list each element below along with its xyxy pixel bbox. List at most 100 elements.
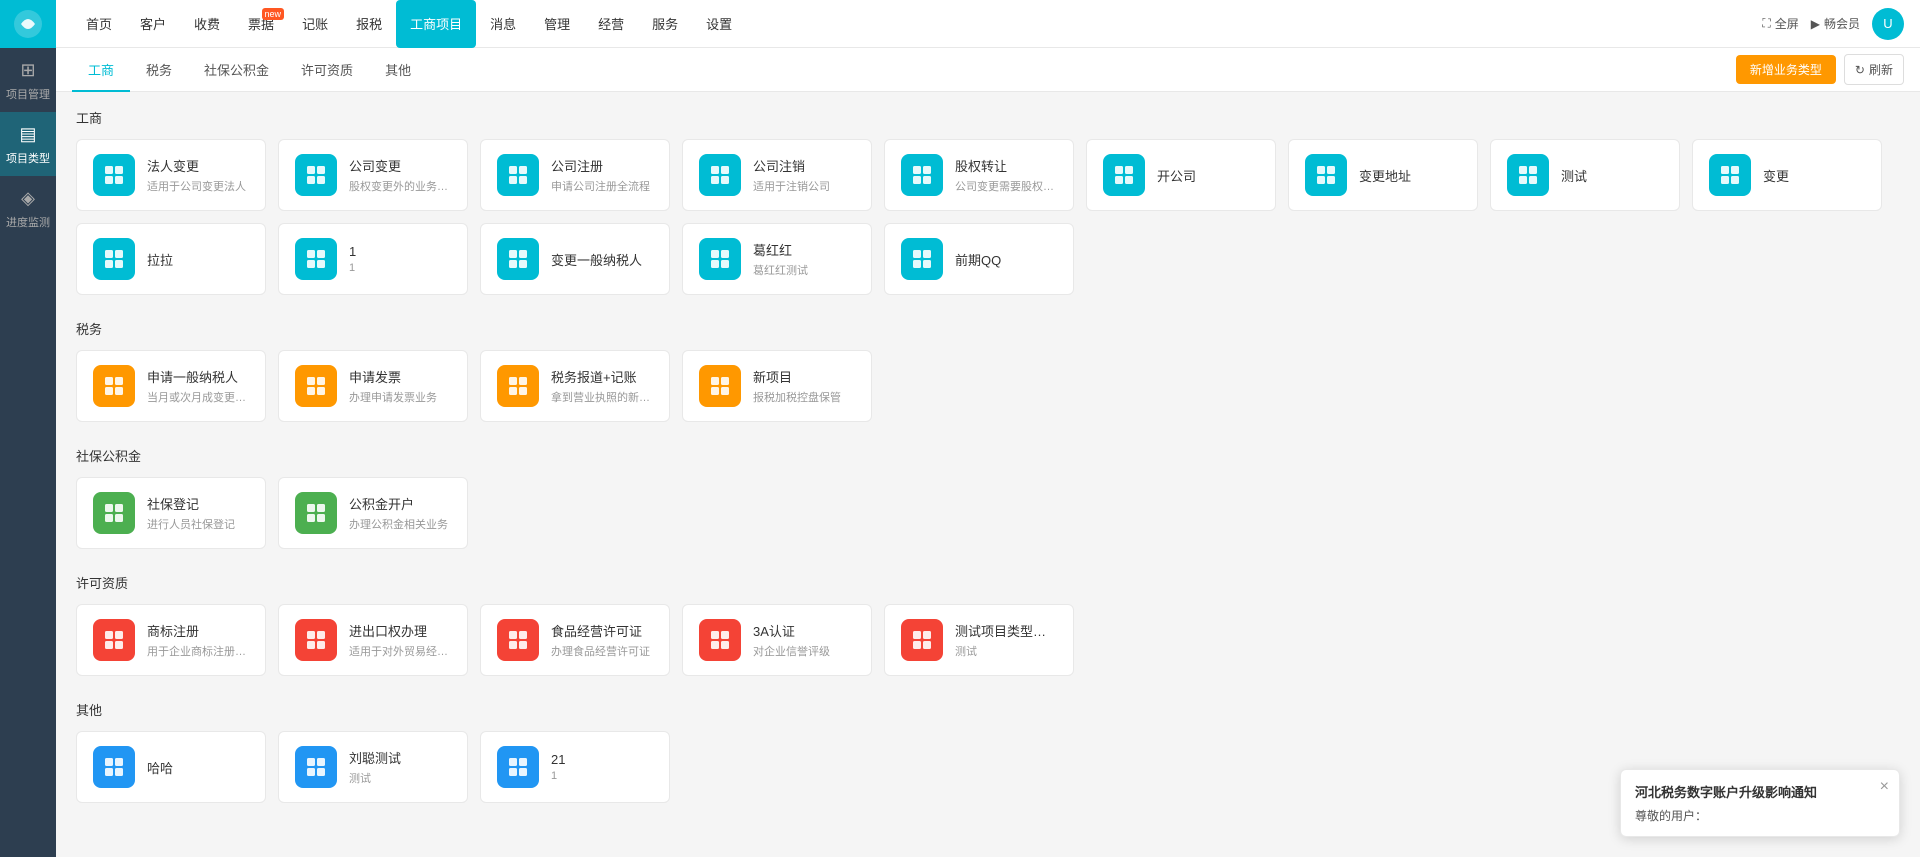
card-icon-3-3 bbox=[699, 619, 741, 661]
nav-message[interactable]: 消息 bbox=[476, 0, 530, 48]
card-info-1-2: 税务报道+记账拿到营业执照的新公司 bbox=[551, 367, 653, 405]
card-1-0[interactable]: 申请一般纳税人当月或次月成变更完成 bbox=[76, 350, 266, 422]
card-4-1[interactable]: 刘聪测试测试 bbox=[278, 731, 468, 803]
cards-grid-2: 社保登记进行人员社保登记 公积金开户办理公积金相关业务 bbox=[76, 477, 1900, 549]
card-name-0-13: 前期QQ bbox=[955, 250, 1057, 269]
section-title-0: 工商 bbox=[76, 108, 1900, 127]
card-0-7[interactable]: 测试 bbox=[1490, 139, 1680, 211]
card-2-1[interactable]: 公积金开户办理公积金相关业务 bbox=[278, 477, 468, 549]
card-name-0-9: 拉拉 bbox=[147, 250, 249, 269]
card-desc-4-1: 测试 bbox=[349, 770, 451, 786]
card-info-3-4: 测试项目类型目定义测试 bbox=[955, 621, 1057, 659]
card-icon-3-0 bbox=[93, 619, 135, 661]
card-0-12[interactable]: 葛红红葛红红测试 bbox=[682, 223, 872, 295]
card-desc-1-2: 拿到营业执照的新公司 bbox=[551, 389, 653, 405]
card-name-0-3: 公司注销 bbox=[753, 156, 855, 175]
card-2-0[interactable]: 社保登记进行人员社保登记 bbox=[76, 477, 266, 549]
card-0-4[interactable]: 股权转让公司变更需要股权转让 bbox=[884, 139, 1074, 211]
card-info-3-0: 商标注册用于企业商标注册服务 bbox=[147, 621, 249, 659]
card-0-2[interactable]: 公司注册申请公司注册全流程 bbox=[480, 139, 670, 211]
project-mgmt-icon: ⊞ bbox=[16, 58, 40, 82]
card-0-3[interactable]: 公司注销适用于注销公司 bbox=[682, 139, 872, 211]
card-info-0-6: 变更地址 bbox=[1359, 166, 1461, 185]
card-1-1[interactable]: 申请发票办理申请发票业务 bbox=[278, 350, 468, 422]
card-desc-3-3: 对企业信誉评级 bbox=[753, 643, 855, 659]
card-desc-0-0: 适用于公司变更法人 bbox=[147, 178, 249, 194]
card-3-0[interactable]: 商标注册用于企业商标注册服务 bbox=[76, 604, 266, 676]
card-icon-4-0 bbox=[93, 746, 135, 788]
card-0-11[interactable]: 变更一般纳税人 bbox=[480, 223, 670, 295]
tab-social-security[interactable]: 社保公积金 bbox=[188, 48, 285, 92]
card-info-4-0: 哈哈 bbox=[147, 758, 249, 777]
card-0-6[interactable]: 变更地址 bbox=[1288, 139, 1478, 211]
add-type-button[interactable]: 新增业务类型 bbox=[1736, 55, 1836, 84]
nav-operate[interactable]: 经营 bbox=[584, 0, 638, 48]
card-desc-3-0: 用于企业商标注册服务 bbox=[147, 643, 249, 659]
nav-manage[interactable]: 管理 bbox=[530, 0, 584, 48]
nav-settings[interactable]: 设置 bbox=[692, 0, 746, 48]
card-info-1-3: 新项目报税加税控盘保管 bbox=[753, 367, 855, 405]
tab-other[interactable]: 其他 bbox=[369, 48, 427, 92]
nav-customer[interactable]: 客户 bbox=[126, 0, 180, 48]
main-content: 工商 税务 社保公积金 许可资质 其他 新增业务类型 ↻ 刷新 工商 法人变更适… bbox=[56, 0, 1920, 857]
nav-accounting[interactable]: 记账 bbox=[288, 0, 342, 48]
card-desc-2-0: 进行人员社保登记 bbox=[147, 516, 249, 532]
notification-body: 尊敬的用户： bbox=[1635, 807, 1885, 824]
nav-tax[interactable]: 报税 bbox=[342, 0, 396, 48]
top-nav: 首页 客户 收费 票据 new 记账 报税 工商项目 消息 管理 经营 服务 设… bbox=[56, 0, 1920, 48]
cards-grid-1: 申请一般纳税人当月或次月成变更完成 申请发票办理申请发票业务 税务报道+记账拿到… bbox=[76, 350, 1900, 422]
card-desc-3-4: 测试 bbox=[955, 643, 1057, 659]
card-icon-0-2 bbox=[497, 154, 539, 196]
card-3-4[interactable]: 测试项目类型目定义测试 bbox=[884, 604, 1074, 676]
card-3-2[interactable]: 食品经营许可证办理食品经营许可证 bbox=[480, 604, 670, 676]
refresh-button[interactable]: ↻ 刷新 bbox=[1844, 54, 1904, 85]
card-0-0[interactable]: 法人变更适用于公司变更法人 bbox=[76, 139, 266, 211]
card-0-13[interactable]: 前期QQ bbox=[884, 223, 1074, 295]
section-title-1: 税务 bbox=[76, 319, 1900, 338]
tab-business[interactable]: 工商 bbox=[72, 48, 130, 92]
card-info-0-13: 前期QQ bbox=[955, 250, 1057, 269]
card-0-9[interactable]: 拉拉 bbox=[76, 223, 266, 295]
tab-bar-actions: 新增业务类型 ↻ 刷新 bbox=[1736, 54, 1904, 85]
card-4-0[interactable]: 哈哈 bbox=[76, 731, 266, 803]
card-desc-4-2: 1 bbox=[551, 770, 653, 782]
card-0-1[interactable]: 公司变更股权变更外的业务变更 bbox=[278, 139, 468, 211]
sidebar: ⊞ 项目管理 ▤ 项目类型 ◈ 进度监测 bbox=[0, 0, 56, 857]
sidebar-item-project-mgmt[interactable]: ⊞ 项目管理 bbox=[0, 48, 56, 112]
nav-invoice[interactable]: 票据 new bbox=[234, 0, 288, 48]
fullscreen-action[interactable]: ⛶ 全屏 bbox=[1762, 15, 1798, 32]
card-0-10[interactable]: 11 bbox=[278, 223, 468, 295]
card-0-5[interactable]: 开公司 bbox=[1086, 139, 1276, 211]
card-name-3-1: 进出口权办理 bbox=[349, 621, 451, 640]
card-name-3-4: 测试项目类型目定义 bbox=[955, 621, 1057, 640]
card-0-8[interactable]: 变更 bbox=[1692, 139, 1882, 211]
card-icon-1-0 bbox=[93, 365, 135, 407]
tab-tax[interactable]: 税务 bbox=[130, 48, 188, 92]
card-name-3-3: 3A认证 bbox=[753, 621, 855, 640]
avatar[interactable]: U bbox=[1872, 8, 1904, 40]
nav-service[interactable]: 服务 bbox=[638, 0, 692, 48]
app-logo[interactable] bbox=[0, 0, 56, 48]
card-3-1[interactable]: 进出口权办理适用于对外贸易经营者 bbox=[278, 604, 468, 676]
notification-close-button[interactable]: × bbox=[1880, 778, 1889, 796]
card-1-2[interactable]: 税务报道+记账拿到营业执照的新公司 bbox=[480, 350, 670, 422]
card-info-0-9: 拉拉 bbox=[147, 250, 249, 269]
nav-home[interactable]: 首页 bbox=[72, 0, 126, 48]
card-1-3[interactable]: 新项目报税加税控盘保管 bbox=[682, 350, 872, 422]
sidebar-item-progress[interactable]: ◈ 进度监测 bbox=[0, 176, 56, 240]
vip-action[interactable]: ▶ 畅会员 bbox=[1811, 15, 1860, 32]
card-info-0-5: 开公司 bbox=[1157, 166, 1259, 185]
tab-bar: 工商 税务 社保公积金 许可资质 其他 新增业务类型 ↻ 刷新 bbox=[56, 48, 1920, 92]
card-icon-0-13 bbox=[901, 238, 943, 280]
nav-business[interactable]: 工商项目 bbox=[396, 0, 476, 48]
card-desc-0-10: 1 bbox=[349, 262, 451, 274]
card-4-2[interactable]: 211 bbox=[480, 731, 670, 803]
card-icon-4-2 bbox=[497, 746, 539, 788]
tab-license[interactable]: 许可资质 bbox=[285, 48, 369, 92]
section-title-2: 社保公积金 bbox=[76, 446, 1900, 465]
sidebar-item-project-type[interactable]: ▤ 项目类型 bbox=[0, 112, 56, 176]
nav-billing[interactable]: 收费 bbox=[180, 0, 234, 48]
sidebar-label-progress: 进度监测 bbox=[6, 214, 50, 230]
card-info-3-1: 进出口权办理适用于对外贸易经营者 bbox=[349, 621, 451, 659]
card-3-3[interactable]: 3A认证对企业信誉评级 bbox=[682, 604, 872, 676]
